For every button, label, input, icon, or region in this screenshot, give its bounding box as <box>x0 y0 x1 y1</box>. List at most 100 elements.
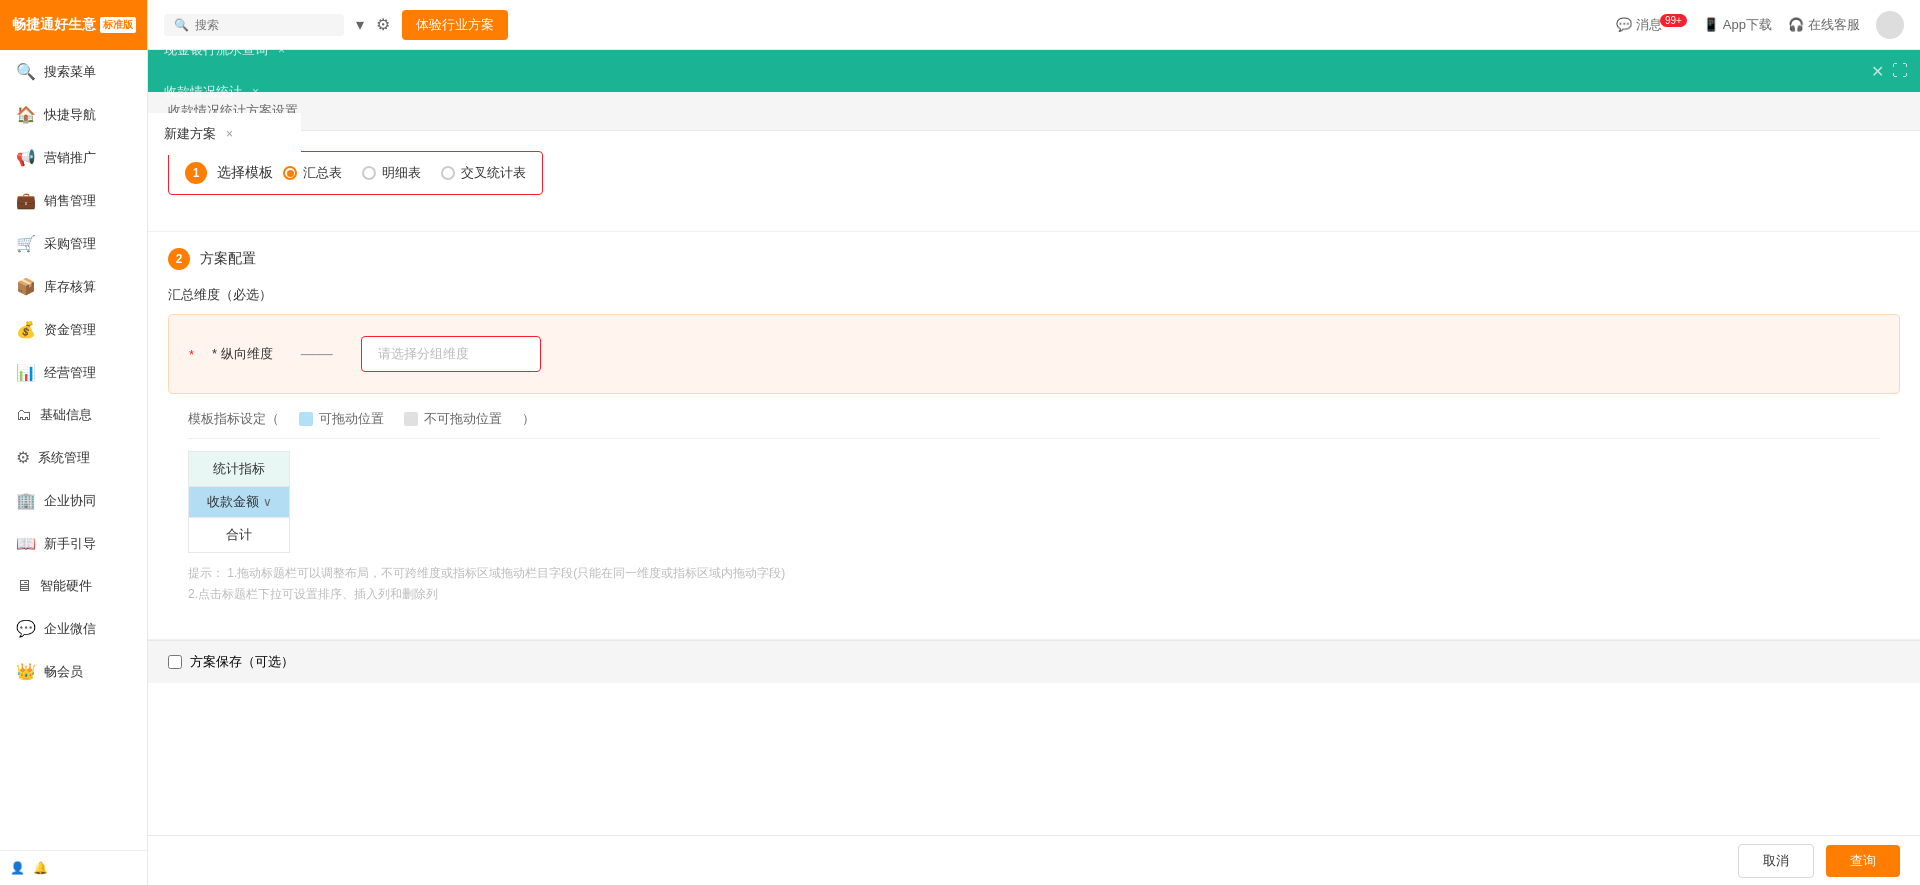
query-button[interactable]: 查询 <box>1826 845 1900 877</box>
support-item[interactable]: 🎧 在线客服 <box>1788 16 1860 34</box>
message-item[interactable]: 💬 消息 99+ <box>1616 16 1687 34</box>
page-wrapper: 收款情况统计方案设置 1 选择模板 汇总表明细表交叉统计表 2 方案配置 <box>148 92 1920 835</box>
sidebar-item-5[interactable]: 📦库存核算 <box>0 265 147 308</box>
sidebar-item-6[interactable]: 💰资金管理 <box>0 308 147 351</box>
sidebar-icon-14: 👑 <box>16 662 36 681</box>
trial-button[interactable]: 体验行业方案 <box>402 10 508 40</box>
gear-icon[interactable]: ⚙ <box>376 15 390 34</box>
sidebar-icon-12: 🖥 <box>16 577 32 595</box>
template-radio-group: 汇总表 明细表 交叉统计表 <box>283 164 526 182</box>
section2: 2 方案配置 汇总维度（必选） * * 纵向维度 —— 请选择分组维度 模板指标… <box>148 232 1920 639</box>
sidebar-icon-4: 🛒 <box>16 234 36 253</box>
sidebar-label-3: 销售管理 <box>44 192 96 210</box>
sidebar-bottom: 👤 🔔 <box>0 850 147 885</box>
col-dropdown-icon[interactable]: ∨ <box>263 495 272 509</box>
sidebar-item-1[interactable]: 🏠快捷导航 <box>0 93 147 136</box>
sidebar-label-1: 快捷导航 <box>44 106 96 124</box>
tabbar-controls: ✕ ⛶ <box>1871 62 1920 81</box>
sidebar-bottom-icon2[interactable]: 🔔 <box>33 861 48 875</box>
topbar: 🔍 ▾ ⚙ 体验行业方案 💬 消息 99+ 📱 App下载 🎧 在线客服 <box>148 0 1920 50</box>
tab-label-2: 收款情况统计 <box>164 83 242 101</box>
sidebar-label-2: 营销推广 <box>44 149 96 167</box>
section2-label: 方案配置 <box>200 250 256 268</box>
message-icon: 💬 <box>1616 17 1632 32</box>
sidebar-icon-13: 💬 <box>16 619 36 638</box>
brand-edition: 标准版 <box>100 17 136 33</box>
section2-title: 2 方案配置 <box>168 232 1900 270</box>
dropdown-icon[interactable]: ▾ <box>356 15 364 34</box>
dim-config-area: * * 纵向维度 —— 请选择分组维度 <box>168 314 1900 394</box>
sidebar-label-0: 搜索菜单 <box>44 63 96 81</box>
sidebar-item-13[interactable]: 💬企业微信 <box>0 607 147 650</box>
section1-label: 选择模板 <box>217 164 273 182</box>
tab-label-3: 新建方案 <box>164 125 216 143</box>
required-mark: * <box>189 347 194 362</box>
radio-circle-summary <box>283 166 297 180</box>
sidebar-item-9[interactable]: ⚙系统管理 <box>0 436 147 479</box>
indicator-row1: 合计 <box>189 518 289 552</box>
tab-close-3[interactable]: × <box>226 127 233 141</box>
sidebar-label-8: 基础信息 <box>40 406 92 424</box>
radio-option-summary[interactable]: 汇总表 <box>283 164 342 182</box>
close-tab-icon[interactable]: ✕ <box>1871 62 1884 81</box>
section2-num: 2 <box>168 248 190 270</box>
sidebar-nav: 🔍 搜索菜单 🏠快捷导航📢营销推广 💼 销售管理 🛒采购管理📦库存核算💰资金管理📊经营管理… <box>0 50 147 693</box>
radio-circle-cross <box>441 166 455 180</box>
radio-label-summary: 汇总表 <box>303 164 342 182</box>
sidebar: 畅捷通好生意 标准版 🔍 搜索菜单 🏠快捷导航📢营销推广 💼 销售管理 🛒采购管理📦库存核… <box>0 0 148 885</box>
sidebar-item-2[interactable]: 📢营销推广 <box>0 136 147 179</box>
template-select-box: 1 选择模板 汇总表明细表交叉统计表 <box>168 151 543 195</box>
maximize-icon[interactable]: ⛶ <box>1892 62 1908 80</box>
sidebar-item-7[interactable]: 📊经营管理 <box>0 351 147 394</box>
dim-select[interactable]: 请选择分组维度 <box>361 336 541 372</box>
radio-option-detail[interactable]: 明细表 <box>362 164 421 182</box>
tab-close-1[interactable]: × <box>278 43 285 57</box>
dim-title: 汇总维度（必选） <box>168 286 1900 304</box>
support-icon: 🎧 <box>1788 17 1804 32</box>
sidebar-item-10[interactable]: 🏢企业协同 <box>0 479 147 522</box>
bottom-section: 方案保存（可选） <box>148 640 1920 683</box>
tab-3[interactable]: 新建方案 × <box>148 113 301 155</box>
sidebar-item-12[interactable]: 🖥 智能硬件 <box>0 565 147 607</box>
save-checkbox[interactable] <box>168 655 182 669</box>
sidebar-item-3[interactable]: 💼 销售管理 <box>0 179 147 222</box>
sidebar-bottom-icon1[interactable]: 👤 <box>10 861 25 875</box>
sidebar-label-11: 新手引导 <box>44 535 96 553</box>
sidebar-label-14: 畅会员 <box>44 663 83 681</box>
sidebar-icon-9: ⚙ <box>16 448 30 467</box>
sidebar-item-0[interactable]: 🔍 搜索菜单 <box>0 50 147 93</box>
dim-row-label: * 纵向维度 <box>212 345 273 363</box>
section1: 1 选择模板 汇总表明细表交叉统计表 <box>148 131 1920 231</box>
indicator-legend-bar: 模板指标设定（ 可拖动位置 不可拖动位置 ） <box>188 410 1880 439</box>
breadcrumb: 收款情况统计方案设置 <box>148 92 1920 131</box>
legend-draggable-label: 可拖动位置 <box>319 410 384 428</box>
download-label: App下载 <box>1723 16 1772 34</box>
cancel-button[interactable]: 取消 <box>1738 844 1814 878</box>
brand-name: 畅捷通好生意 <box>12 16 96 34</box>
download-item[interactable]: 📱 App下载 <box>1703 16 1772 34</box>
sidebar-item-14[interactable]: 👑 畅会员 <box>0 650 147 693</box>
sidebar-item-8[interactable]: 🗂基础信息 <box>0 394 147 436</box>
tab-0[interactable]: 首页 <box>148 0 301 29</box>
tip-line-0: 提示： 1.拖动标题栏可以调整布局，不可跨维度或指标区域拖动栏目字段(只能在同一… <box>188 565 1880 582</box>
radio-label-detail: 明细表 <box>382 164 421 182</box>
user-avatar[interactable] <box>1876 11 1904 39</box>
sidebar-item-4[interactable]: 🛒采购管理 <box>0 222 147 265</box>
fixed-legend-box <box>404 412 418 426</box>
sidebar-label-12: 智能硬件 <box>40 577 92 595</box>
sidebar-label-6: 资金管理 <box>44 321 96 339</box>
sidebar-icon-3: 💼 <box>16 191 36 210</box>
tab-close-2[interactable]: × <box>252 85 259 99</box>
sidebar-item-11[interactable]: 📖新手引导 <box>0 522 147 565</box>
indicator-sub-header: 收款金额 <box>207 493 259 511</box>
tab-2[interactable]: 收款情况统计 × <box>148 71 301 113</box>
footer-bar: 取消 查询 <box>148 835 1920 885</box>
radio-option-cross[interactable]: 交叉统计表 <box>441 164 526 182</box>
legend-draggable: 可拖动位置 <box>299 410 384 428</box>
sidebar-icon-5: 📦 <box>16 277 36 296</box>
sidebar-icon-0: 🔍 <box>16 62 36 81</box>
tab-1[interactable]: 现金银行流水查询× <box>148 29 301 71</box>
indicator-title: 模板指标设定（ <box>188 410 279 428</box>
main-content: 🔍 ▾ ⚙ 体验行业方案 💬 消息 99+ 📱 App下载 🎧 在线客服 首页现… <box>148 0 1920 885</box>
radio-label-cross: 交叉统计表 <box>461 164 526 182</box>
